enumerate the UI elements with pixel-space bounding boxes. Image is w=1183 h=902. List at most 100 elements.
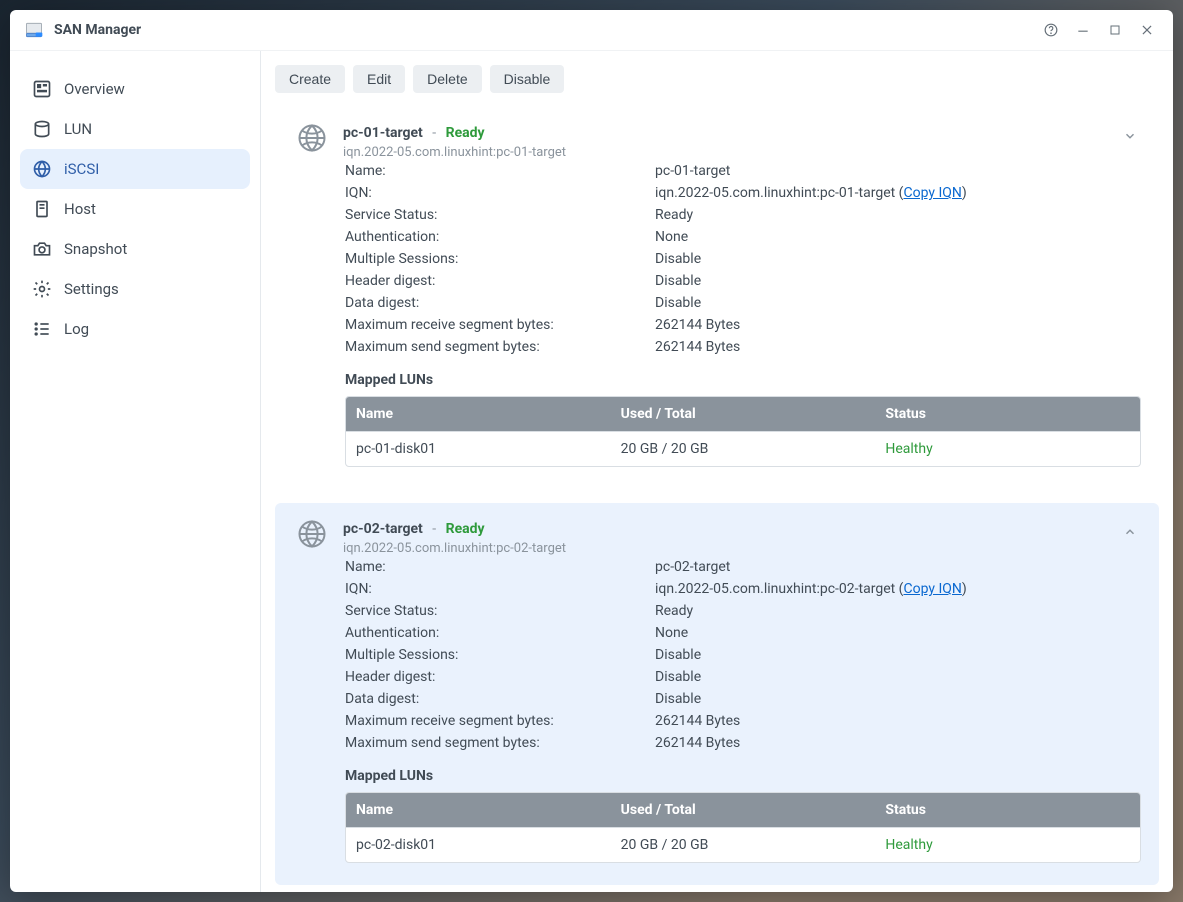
mapped-luns-table: Name Used / Total Status pc-02-disk01 20… — [345, 792, 1141, 863]
mapped-luns-heading: Mapped LUNs — [345, 372, 1141, 388]
table-row[interactable]: pc-02-disk01 20 GB / 20 GB Healthy — [346, 827, 1140, 862]
help-button[interactable] — [1035, 14, 1067, 46]
lun-name: pc-02-disk01 — [346, 828, 611, 862]
col-size[interactable]: Used / Total — [611, 397, 876, 431]
label-service-status: Service Status: — [345, 207, 655, 223]
label-multiple-sessions: Multiple Sessions: — [345, 251, 655, 267]
value-max-send: 262144 Bytes — [655, 735, 740, 751]
label-multiple-sessions: Multiple Sessions: — [345, 647, 655, 663]
value-authentication: None — [655, 625, 688, 641]
label-name: Name: — [345, 559, 655, 575]
dash: - — [426, 125, 442, 141]
label-authentication: Authentication: — [345, 229, 655, 245]
sidebar-item-host[interactable]: Host — [20, 189, 250, 229]
label-iqn: IQN: — [345, 185, 655, 201]
host-icon — [32, 199, 52, 219]
col-name[interactable]: Name — [346, 397, 611, 431]
value-authentication: None — [655, 229, 688, 245]
app-icon — [24, 20, 44, 40]
app-title: SAN Manager — [54, 22, 141, 38]
value-header-digest: Disable — [655, 273, 701, 289]
label-name: Name: — [345, 163, 655, 179]
label-data-digest: Data digest: — [345, 691, 655, 707]
delete-button[interactable]: Delete — [413, 65, 481, 93]
value-header-digest: Disable — [655, 669, 701, 685]
value-multiple-sessions: Disable — [655, 251, 701, 267]
globe-icon — [32, 159, 52, 179]
label-max-send: Maximum send segment bytes: — [345, 339, 655, 355]
col-status[interactable]: Status — [875, 397, 1140, 431]
globe-icon — [297, 123, 327, 153]
close-button[interactable] — [1131, 14, 1163, 46]
value-data-digest: Disable — [655, 295, 701, 311]
iscsi-target-card[interactable]: pc-01-target - Ready iqn.2022-05.com.lin… — [275, 107, 1159, 489]
target-details: Name:pc-02-target IQN:iqn.2022-05.com.li… — [297, 556, 1141, 863]
value-service-status: Ready — [655, 207, 693, 223]
disk-icon — [32, 119, 52, 139]
mapped-luns-heading: Mapped LUNs — [345, 768, 1141, 784]
col-status[interactable]: Status — [875, 793, 1140, 827]
label-header-digest: Header digest: — [345, 273, 655, 289]
lun-status: Healthy — [875, 432, 1140, 466]
lun-status: Healthy — [875, 828, 1140, 862]
label-header-digest: Header digest: — [345, 669, 655, 685]
label-authentication: Authentication: — [345, 625, 655, 641]
mapped-luns-table: Name Used / Total Status pc-01-disk01 20… — [345, 396, 1141, 467]
value-data-digest: Disable — [655, 691, 701, 707]
copy-iqn-link[interactable]: Copy IQN — [903, 581, 961, 597]
table-header: Name Used / Total Status — [346, 793, 1140, 827]
titlebar: SAN Manager — [10, 10, 1173, 51]
table-row[interactable]: pc-01-disk01 20 GB / 20 GB Healthy — [346, 431, 1140, 466]
sidebar-item-lun[interactable]: LUN — [20, 109, 250, 149]
iscsi-target-card[interactable]: pc-02-target - Ready iqn.2022-05.com.lin… — [275, 503, 1159, 885]
sidebar-item-log[interactable]: Log — [20, 309, 250, 349]
sidebar-item-overview[interactable]: Overview — [20, 69, 250, 109]
label-iqn: IQN: — [345, 581, 655, 597]
label-max-recv: Maximum receive segment bytes: — [345, 317, 655, 333]
app-window: SAN Manager Overview LUN iSCSI Host — [10, 10, 1173, 892]
globe-icon — [297, 519, 327, 549]
target-title: pc-02-target — [343, 521, 423, 537]
main-content: Create Edit Delete Disable pc-01-target … — [261, 51, 1173, 892]
sidebar-item-label: Host — [64, 200, 96, 218]
lun-name: pc-01-disk01 — [346, 432, 611, 466]
col-size[interactable]: Used / Total — [611, 793, 876, 827]
sidebar-item-label: LUN — [64, 120, 92, 138]
label-max-recv: Maximum receive segment bytes: — [345, 713, 655, 729]
sidebar-item-iscsi[interactable]: iSCSI — [20, 149, 250, 189]
create-button[interactable]: Create — [275, 65, 345, 93]
value-iqn: iqn.2022-05.com.linuxhint:pc-01-target (… — [655, 185, 967, 201]
value-multiple-sessions: Disable — [655, 647, 701, 663]
label-max-send: Maximum send segment bytes: — [345, 735, 655, 751]
value-name: pc-02-target — [655, 559, 730, 575]
value-max-recv: 262144 Bytes — [655, 317, 740, 333]
toolbar: Create Edit Delete Disable — [275, 65, 1159, 93]
maximize-button[interactable] — [1099, 14, 1131, 46]
sidebar-item-label: iSCSI — [64, 160, 99, 178]
copy-iqn-link[interactable]: Copy IQN — [903, 185, 961, 201]
dashboard-icon — [32, 79, 52, 99]
value-max-recv: 262144 Bytes — [655, 713, 740, 729]
target-iqn-subtitle: iqn.2022-05.com.linuxhint:pc-02-target — [343, 541, 1103, 556]
minimize-button[interactable] — [1067, 14, 1099, 46]
disable-button[interactable]: Disable — [490, 65, 565, 93]
sidebar-item-snapshot[interactable]: Snapshot — [20, 229, 250, 269]
col-name[interactable]: Name — [346, 793, 611, 827]
sidebar-item-label: Overview — [64, 80, 125, 98]
value-max-send: 262144 Bytes — [655, 339, 740, 355]
label-service-status: Service Status: — [345, 603, 655, 619]
chevron-up-icon[interactable] — [1119, 521, 1141, 543]
target-status: Ready — [446, 125, 485, 141]
list-icon — [32, 319, 52, 339]
edit-button[interactable]: Edit — [353, 65, 405, 93]
sidebar-item-label: Log — [64, 320, 89, 338]
camera-icon — [32, 239, 52, 259]
chevron-down-icon[interactable] — [1119, 125, 1141, 147]
dash: - — [426, 521, 442, 537]
sidebar-item-label: Settings — [64, 280, 119, 298]
value-iqn: iqn.2022-05.com.linuxhint:pc-02-target (… — [655, 581, 967, 597]
target-iqn-subtitle: iqn.2022-05.com.linuxhint:pc-01-target — [343, 145, 1103, 160]
target-status: Ready — [446, 521, 485, 537]
sidebar-item-settings[interactable]: Settings — [20, 269, 250, 309]
target-details: Name:pc-01-target IQN:iqn.2022-05.com.li… — [297, 160, 1141, 467]
